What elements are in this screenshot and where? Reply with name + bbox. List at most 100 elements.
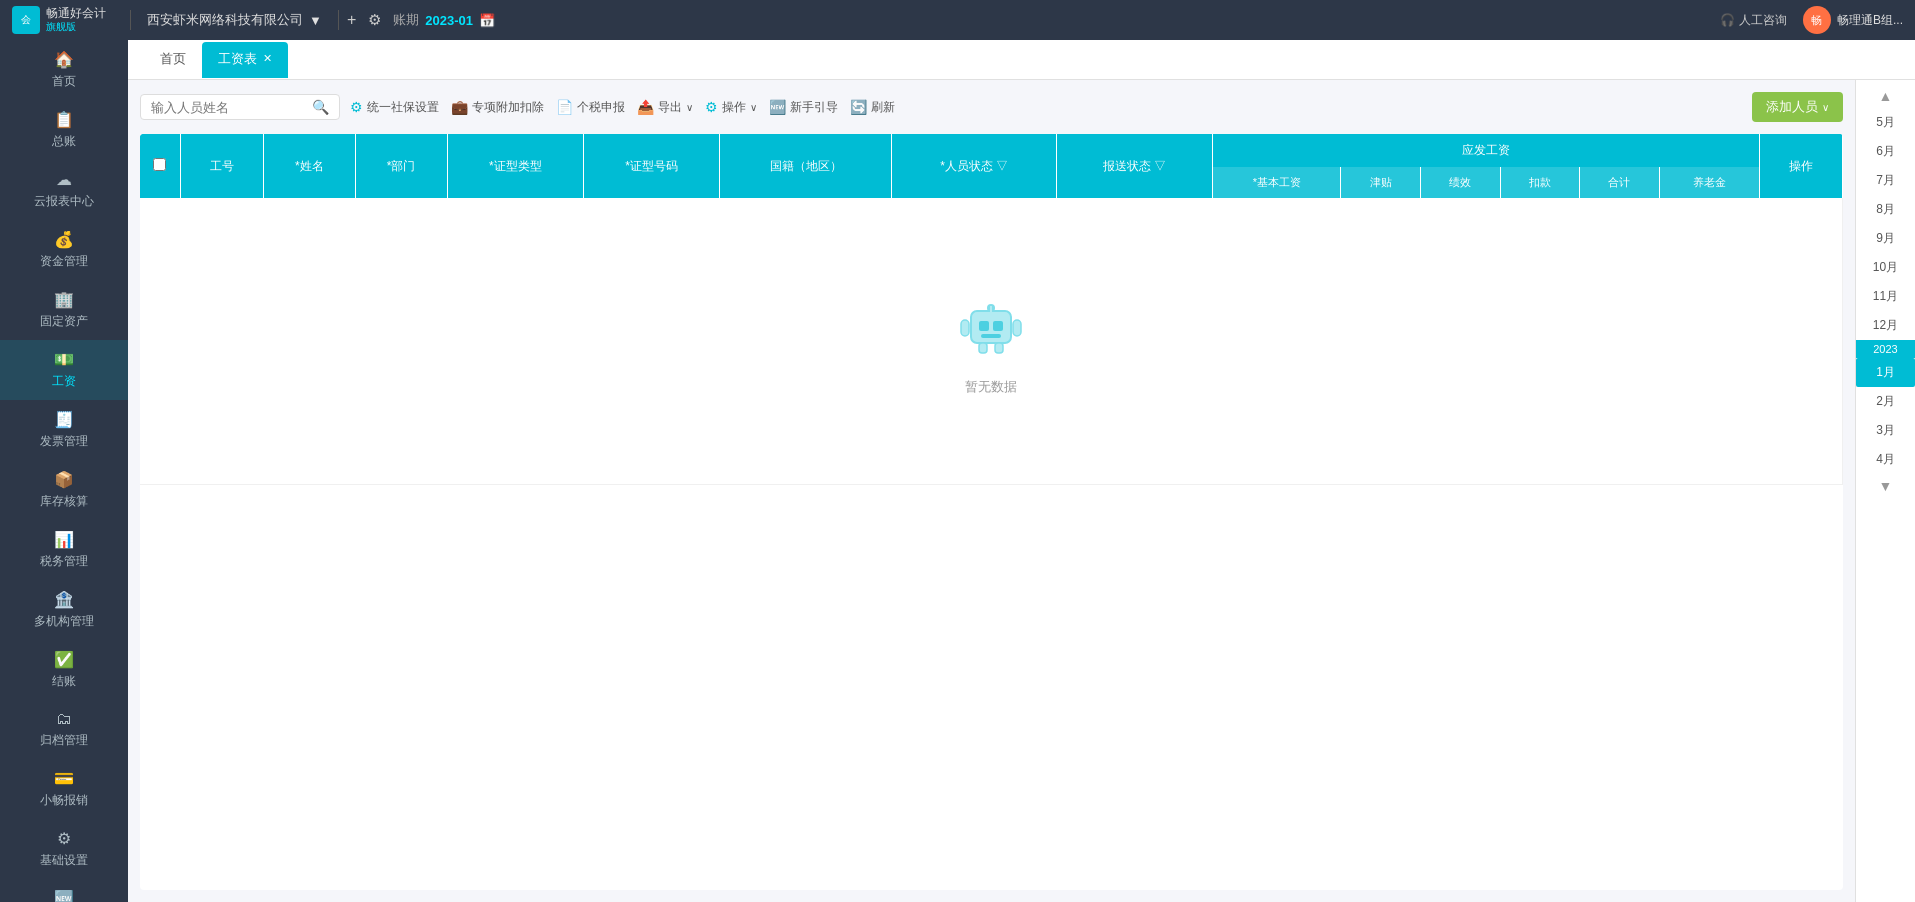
sidebar-label-salary: 工资 bbox=[52, 373, 76, 390]
asset-icon: 🏢 bbox=[54, 290, 74, 309]
empty-state-row: 暂无数据 bbox=[140, 198, 1843, 485]
th-pension: 养老金 bbox=[1659, 167, 1759, 198]
company-selector[interactable]: 西安虾米网络科技有限公司 ▼ bbox=[139, 7, 330, 33]
cloud-icon: ☁ bbox=[56, 170, 72, 189]
sidebar-item-invoice[interactable]: 🧾 发票管理 bbox=[0, 400, 128, 460]
filter-icon-person[interactable]: ▽ bbox=[996, 159, 1008, 173]
filter-icon-report[interactable]: ▽ bbox=[1154, 159, 1166, 173]
svg-rect-8 bbox=[979, 343, 987, 353]
page-content: 🔍 ⚙ 统一社保设置 💼 专项附加扣除 📄 个税申报 bbox=[128, 80, 1915, 902]
refresh-btn[interactable]: 🔄 刷新 bbox=[850, 99, 895, 116]
add-company-btn[interactable]: + bbox=[347, 11, 356, 29]
personal-tax-btn[interactable]: 📄 个税申报 bbox=[556, 99, 625, 116]
social-insurance-btn[interactable]: ⚙ 统一社保设置 bbox=[350, 99, 439, 116]
sidebar-item-inventory[interactable]: 📦 库存核算 bbox=[0, 460, 128, 520]
sidebar-label-inventory: 库存核算 bbox=[40, 493, 88, 510]
th-salary-group: 应发工资 bbox=[1213, 134, 1759, 167]
sidebar-item-expense[interactable]: 💳 小畅报销 bbox=[0, 759, 128, 819]
scroll-up-btn[interactable]: ▲ bbox=[1856, 84, 1915, 108]
content-area: 首页 工资表 ✕ 🔍 ⚙ 统一社保设置 bbox=[128, 40, 1915, 902]
top-bar: 会 畅通好会计 旗舰版 西安虾米网络科技有限公司 ▼ + ⚙ 账期 2023-0… bbox=[0, 0, 1915, 40]
add-dropdown-arrow: ∨ bbox=[1822, 102, 1829, 113]
service-btn[interactable]: 🎧 人工咨询 bbox=[1720, 12, 1787, 29]
sidebar-item-fund[interactable]: 💰 资金管理 bbox=[0, 220, 128, 280]
month-item-2023-01[interactable]: 1月 bbox=[1856, 358, 1915, 387]
th-operations: 操作 bbox=[1759, 134, 1842, 198]
export-label: 导出 bbox=[658, 99, 682, 116]
month-item-2022-06[interactable]: 6月 bbox=[1856, 137, 1915, 166]
sidebar-item-ledger[interactable]: 📋 总账 bbox=[0, 100, 128, 160]
sidebar-label-archive: 归档管理 bbox=[40, 732, 88, 749]
export-btn[interactable]: 📤 导出 ∨ bbox=[637, 99, 693, 116]
tab-close-btn[interactable]: ✕ bbox=[263, 53, 272, 64]
table-container: 工号 *姓名 *部门 *证型类型 *证型号码 国籍（地区） *人员状态 ▽ bbox=[140, 134, 1843, 890]
month-item-2023-04[interactable]: 4月 bbox=[1856, 445, 1915, 474]
sidebar-item-cloud-report[interactable]: ☁ 云报表中心 bbox=[0, 160, 128, 220]
svg-rect-3 bbox=[981, 334, 1001, 338]
sidebar: 🏠 首页 📋 总账 ☁ 云报表中心 💰 资金管理 🏢 固定资产 💵 工资 🧾 发… bbox=[0, 40, 128, 902]
sidebar-label-home: 首页 bbox=[52, 73, 76, 90]
divider-1 bbox=[130, 10, 131, 30]
th-nationality: 国籍（地区） bbox=[720, 134, 892, 198]
month-item-2022-09[interactable]: 9月 bbox=[1856, 224, 1915, 253]
sidebar-item-salary[interactable]: 💵 工资 bbox=[0, 340, 128, 400]
salary-table: 工号 *姓名 *部门 *证型类型 *证型号码 国籍（地区） *人员状态 ▽ bbox=[140, 134, 1843, 485]
search-input[interactable] bbox=[151, 100, 306, 115]
personal-tax-label: 个税申报 bbox=[577, 99, 625, 116]
sidebar-item-settle[interactable]: ✅ 结账 bbox=[0, 640, 128, 700]
month-item-2022-05[interactable]: 5月 bbox=[1856, 108, 1915, 137]
svg-rect-1 bbox=[979, 321, 989, 331]
settings-sidebar-icon: ⚙ bbox=[57, 829, 71, 848]
salary-icon: 💵 bbox=[54, 350, 74, 369]
sidebar-label-settings: 基础设置 bbox=[40, 852, 88, 869]
tab-home[interactable]: 首页 bbox=[144, 42, 202, 78]
sidebar-item-home[interactable]: 🏠 首页 bbox=[0, 40, 128, 100]
add-person-btn[interactable]: 添加人员 ∨ bbox=[1752, 92, 1843, 122]
month-item-2022-08[interactable]: 8月 bbox=[1856, 195, 1915, 224]
scroll-down-btn[interactable]: ▼ bbox=[1856, 474, 1915, 498]
month-item-2022-12[interactable]: 12月 bbox=[1856, 311, 1915, 340]
month-item-2022-07[interactable]: 7月 bbox=[1856, 166, 1915, 195]
select-all-checkbox[interactable] bbox=[153, 158, 166, 171]
month-item-2023-02[interactable]: 2月 bbox=[1856, 387, 1915, 416]
th-checkbox[interactable] bbox=[140, 134, 180, 198]
sidebar-item-fixed-asset[interactable]: 🏢 固定资产 bbox=[0, 280, 128, 340]
month-item-2022-10[interactable]: 10月 bbox=[1856, 253, 1915, 282]
logo-text: 畅通好会计 旗舰版 bbox=[46, 6, 106, 34]
tab-salary-table[interactable]: 工资表 ✕ bbox=[202, 42, 288, 78]
user-info[interactable]: 畅 畅理通B组... bbox=[1803, 6, 1903, 34]
sidebar-item-tax[interactable]: 📊 税务管理 bbox=[0, 520, 128, 580]
th-id-type: *证型类型 bbox=[447, 134, 583, 198]
main-panel: 🔍 ⚙ 统一社保设置 💼 专项附加扣除 📄 个税申报 bbox=[128, 80, 1855, 902]
sidebar-label-tax: 税务管理 bbox=[40, 553, 88, 570]
empty-state: 暂无数据 bbox=[150, 206, 1832, 476]
app-logo: 会 畅通好会计 旗舰版 bbox=[12, 6, 106, 34]
calendar-icon[interactable]: 📅 bbox=[479, 13, 495, 28]
month-item-2022-11[interactable]: 11月 bbox=[1856, 282, 1915, 311]
month-panel: ▲ 5月 6月 7月 8月 9月 10月 11月 12月 2023 1月 2月 … bbox=[1855, 80, 1915, 902]
th-work-id: 工号 bbox=[180, 134, 263, 198]
search-box[interactable]: 🔍 bbox=[140, 94, 340, 120]
toolbar-actions: ⚙ 统一社保设置 💼 专项附加扣除 📄 个税申报 📤 bbox=[350, 99, 895, 116]
th-allowance: 津贴 bbox=[1341, 167, 1421, 198]
toolbar: 🔍 ⚙ 统一社保设置 💼 专项附加扣除 📄 个税申报 bbox=[140, 92, 1843, 122]
sidebar-item-multi-org[interactable]: 🏦 多机构管理 bbox=[0, 580, 128, 640]
operations-btn[interactable]: ⚙ 操作 ∨ bbox=[705, 99, 757, 116]
th-performance: 绩效 bbox=[1420, 167, 1500, 198]
svg-rect-9 bbox=[995, 343, 1003, 353]
sidebar-item-settings[interactable]: ⚙ 基础设置 bbox=[0, 819, 128, 879]
sidebar-item-archive[interactable]: 🗂 归档管理 bbox=[0, 700, 128, 759]
sidebar-item-guide[interactable]: 🆕 新手引导 bbox=[0, 879, 128, 902]
month-item-2023-03[interactable]: 3月 bbox=[1856, 416, 1915, 445]
new-guide-btn[interactable]: 🆕 新手引导 bbox=[769, 99, 838, 116]
settle-icon: ✅ bbox=[54, 650, 74, 669]
multi-org-icon: 🏦 bbox=[54, 590, 74, 609]
special-deduction-btn[interactable]: 💼 专项附加扣除 bbox=[451, 99, 544, 116]
settings-btn[interactable]: ⚙ bbox=[368, 11, 381, 29]
tab-home-label: 首页 bbox=[160, 50, 186, 68]
svg-rect-5 bbox=[990, 306, 992, 312]
divider-2 bbox=[338, 10, 339, 30]
ledger-icon: 📋 bbox=[54, 110, 74, 129]
sidebar-label-settle: 结账 bbox=[52, 673, 76, 690]
company-name: 西安虾米网络科技有限公司 bbox=[147, 11, 303, 29]
